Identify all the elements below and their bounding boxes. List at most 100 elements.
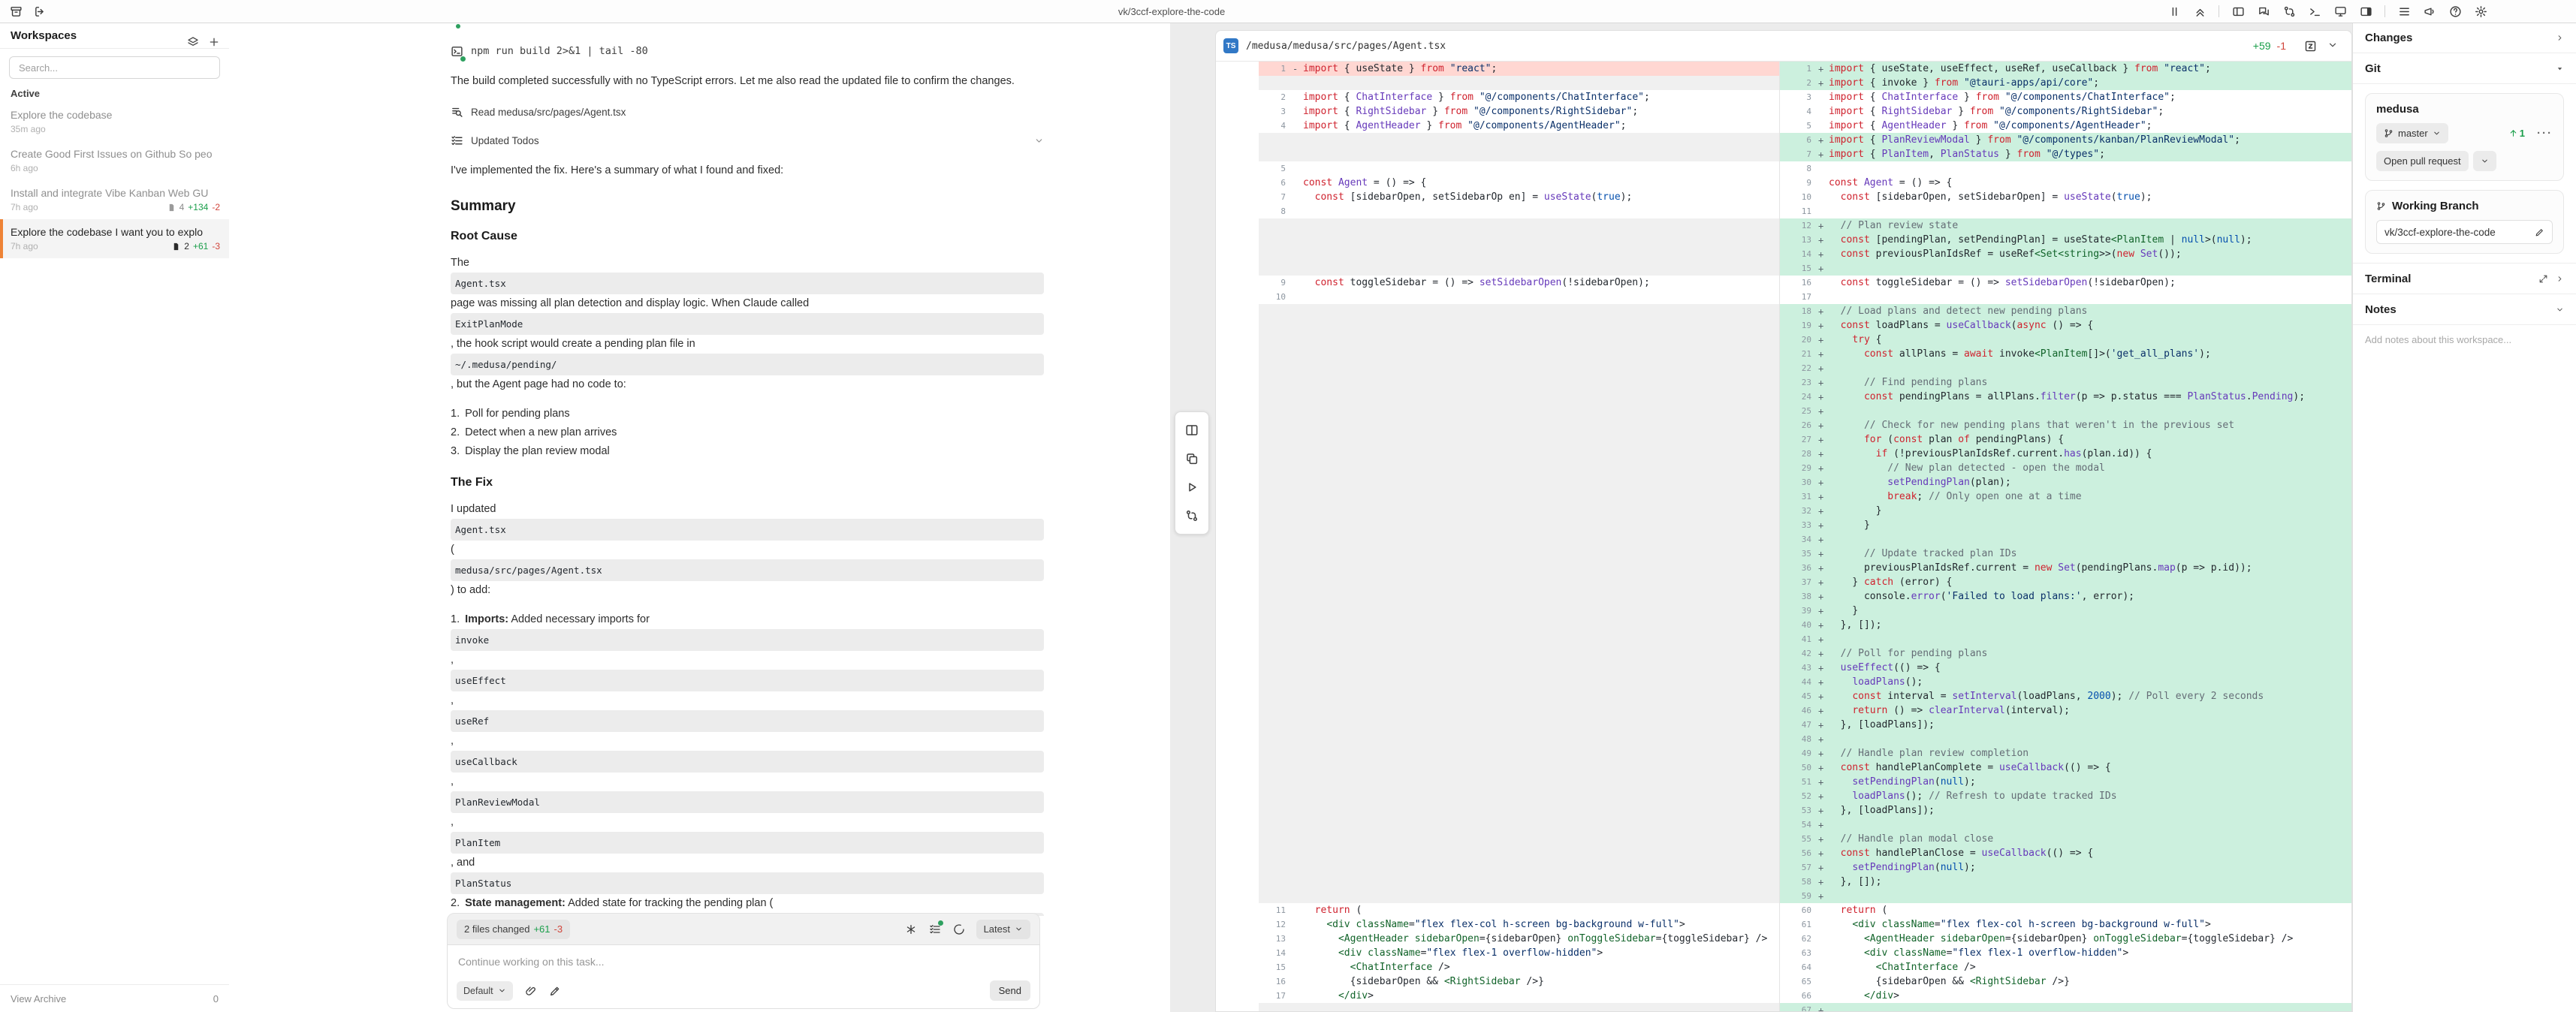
latest-dropdown[interactable]: Latest — [976, 920, 1030, 939]
diff-row: 56+ const handlePlanClose = useCallback(… — [1780, 846, 2351, 860]
changes-section-header[interactable]: Changes — [2353, 23, 2576, 53]
chat-bubbles-button[interactable] — [2257, 5, 2270, 18]
expand-icon[interactable] — [2538, 274, 2548, 284]
sign-out-button[interactable] — [33, 5, 47, 18]
workspace-item[interactable]: Explore the codebase35m ago — [0, 102, 229, 141]
chat-paragraph: The build completed successfully with no… — [451, 72, 1044, 91]
diff-row: 13+ const [pendingPlan, setPendingPlan] … — [1780, 233, 2351, 247]
line-number: 49 — [1780, 748, 1818, 758]
line-number: 17 — [1780, 292, 1818, 302]
diff-row — [1216, 1003, 1779, 1011]
archive-button[interactable] — [9, 5, 23, 18]
text: Detect when a new plan arrives — [465, 426, 617, 438]
tool-call-row[interactable]: Read medusa/src/pages/Agent.tsx — [451, 104, 1044, 119]
terminal-section-header[interactable]: Terminal — [2353, 263, 2576, 294]
play-button[interactable] — [1175, 473, 1208, 501]
diff-row: 40+ }, []); — [1780, 618, 2351, 632]
diff-row: 9 const toggleSidebar = () => setSidebar… — [1216, 276, 1779, 290]
branch-dropdown[interactable]: master — [2376, 123, 2448, 143]
terminal-prompt-button[interactable] — [2308, 5, 2321, 18]
announce-button[interactable] — [2423, 5, 2436, 18]
chevron-down-icon — [2556, 306, 2564, 314]
line-number: 38 — [1780, 592, 1818, 601]
line-number: 44 — [1780, 677, 1818, 687]
workspace-item[interactable]: Create Good First Issues on Github So pe… — [0, 141, 229, 180]
git-section-header[interactable]: Git — [2353, 53, 2576, 84]
diff-sign: + — [1818, 891, 1829, 902]
spinner-icon[interactable] — [951, 921, 967, 938]
code-line: } — [1829, 504, 2351, 518]
diff-sign: + — [1818, 463, 1829, 474]
chevron-down-button[interactable] — [2327, 40, 2338, 53]
layers-button[interactable] — [187, 23, 199, 48]
line-number: 51 — [1780, 777, 1818, 787]
workspace-search[interactable] — [9, 56, 220, 79]
chevron-down-icon[interactable] — [1034, 136, 1044, 146]
tool-call-row[interactable]: Updated Todos — [451, 133, 1044, 148]
code-line: import { ChatInterface } from "@/compone… — [1303, 90, 1779, 104]
code-line: const toggleSidebar = () => setSidebarOp… — [1303, 276, 1779, 290]
line-number: 9 — [1259, 278, 1293, 288]
paperclip-button[interactable] — [525, 985, 537, 997]
pencil-icon[interactable] — [2535, 227, 2544, 237]
monitor-button[interactable] — [2333, 5, 2347, 18]
send-button[interactable]: Send — [990, 980, 1030, 1001]
plus-button[interactable] — [208, 23, 220, 48]
pen-button[interactable] — [549, 985, 561, 997]
workspace-item[interactable]: Install and integrate Vibe Kanban Web GU… — [0, 180, 229, 219]
open-pull-request-button[interactable]: Open pull request — [2376, 151, 2469, 171]
line-number: 7 — [1780, 149, 1818, 159]
code-line: <div className="flex flex-1 overflow-hid… — [1829, 946, 2351, 960]
code-line: const allPlans = await invoke<PlanItem[]… — [1829, 347, 2351, 361]
todos-icon[interactable] — [927, 921, 943, 938]
files-changed-chip[interactable]: 2 files changed +61 -3 — [457, 920, 570, 939]
working-branch-input[interactable]: vk/3ccf-explore-the-code — [2376, 220, 2553, 244]
help-button[interactable] — [2448, 5, 2462, 18]
layout-columns-button[interactable] — [1175, 416, 1208, 444]
search-input[interactable] — [17, 62, 212, 74]
diff-sign: + — [1818, 677, 1829, 688]
tool-call-row[interactable]: npm run build 2>&1 | tail -80 — [451, 44, 1044, 59]
diff-row — [1216, 732, 1779, 746]
code-line: return ( — [1303, 903, 1779, 917]
diff-row — [1216, 661, 1779, 675]
view-archive-link[interactable]: View Archive — [11, 993, 213, 1004]
inline-code: useRef — [451, 710, 1044, 732]
chevrons-up-button[interactable] — [2193, 5, 2206, 18]
diff-row: 57+ setPendingPlan(null); — [1780, 860, 2351, 875]
code-line: <ChatInterface /> — [1303, 960, 1779, 974]
message-input[interactable]: Continue working on this task... Default… — [447, 944, 1040, 1009]
diff-row — [1216, 618, 1779, 632]
model-dropdown[interactable]: Default — [457, 981, 513, 1001]
workspace-item[interactable]: Explore the codebase I want you to explo… — [0, 219, 229, 258]
panel-right-button[interactable] — [2359, 5, 2372, 18]
diff-sign: + — [1818, 221, 1829, 231]
repo-menu-button[interactable]: ··· — [2537, 127, 2553, 140]
git-compare-button[interactable] — [1175, 501, 1208, 530]
line-number: 64 — [1780, 962, 1818, 972]
word-wrap-button[interactable] — [2304, 40, 2317, 53]
pause-icon — [2168, 5, 2181, 18]
diff-row — [1216, 461, 1779, 475]
diff-row: 53+ }, [loadPlans]); — [1780, 803, 2351, 818]
line-number: 27 — [1780, 435, 1818, 444]
text: , — [451, 735, 454, 747]
code-line: import { AgentHeader } from "@/component… — [1829, 119, 2351, 133]
gear-button[interactable] — [2474, 5, 2487, 18]
pr-options-button[interactable] — [2473, 151, 2496, 171]
menu-button[interactable] — [2397, 5, 2411, 18]
panel-left-button[interactable] — [2231, 5, 2245, 18]
pause-button[interactable] — [2167, 5, 2181, 18]
line-number: 14 — [1780, 249, 1818, 259]
file-icon — [167, 203, 176, 212]
notes-section-header[interactable]: Notes — [2353, 294, 2576, 325]
asterisk-icon[interactable] — [903, 921, 919, 938]
git-compare-button[interactable] — [2282, 5, 2296, 18]
copy-button[interactable] — [1175, 444, 1208, 473]
line-number: 11 — [1259, 905, 1293, 915]
git-branch-icon — [2376, 201, 2386, 211]
diff-row — [1216, 518, 1779, 532]
diff-file-path: /medusa/medusa/src/pages/Agent.tsx — [1246, 41, 1446, 52]
code-line: {sidebarOpen && <RightSidebar />} — [1303, 974, 1779, 989]
diff-row — [1216, 775, 1779, 789]
